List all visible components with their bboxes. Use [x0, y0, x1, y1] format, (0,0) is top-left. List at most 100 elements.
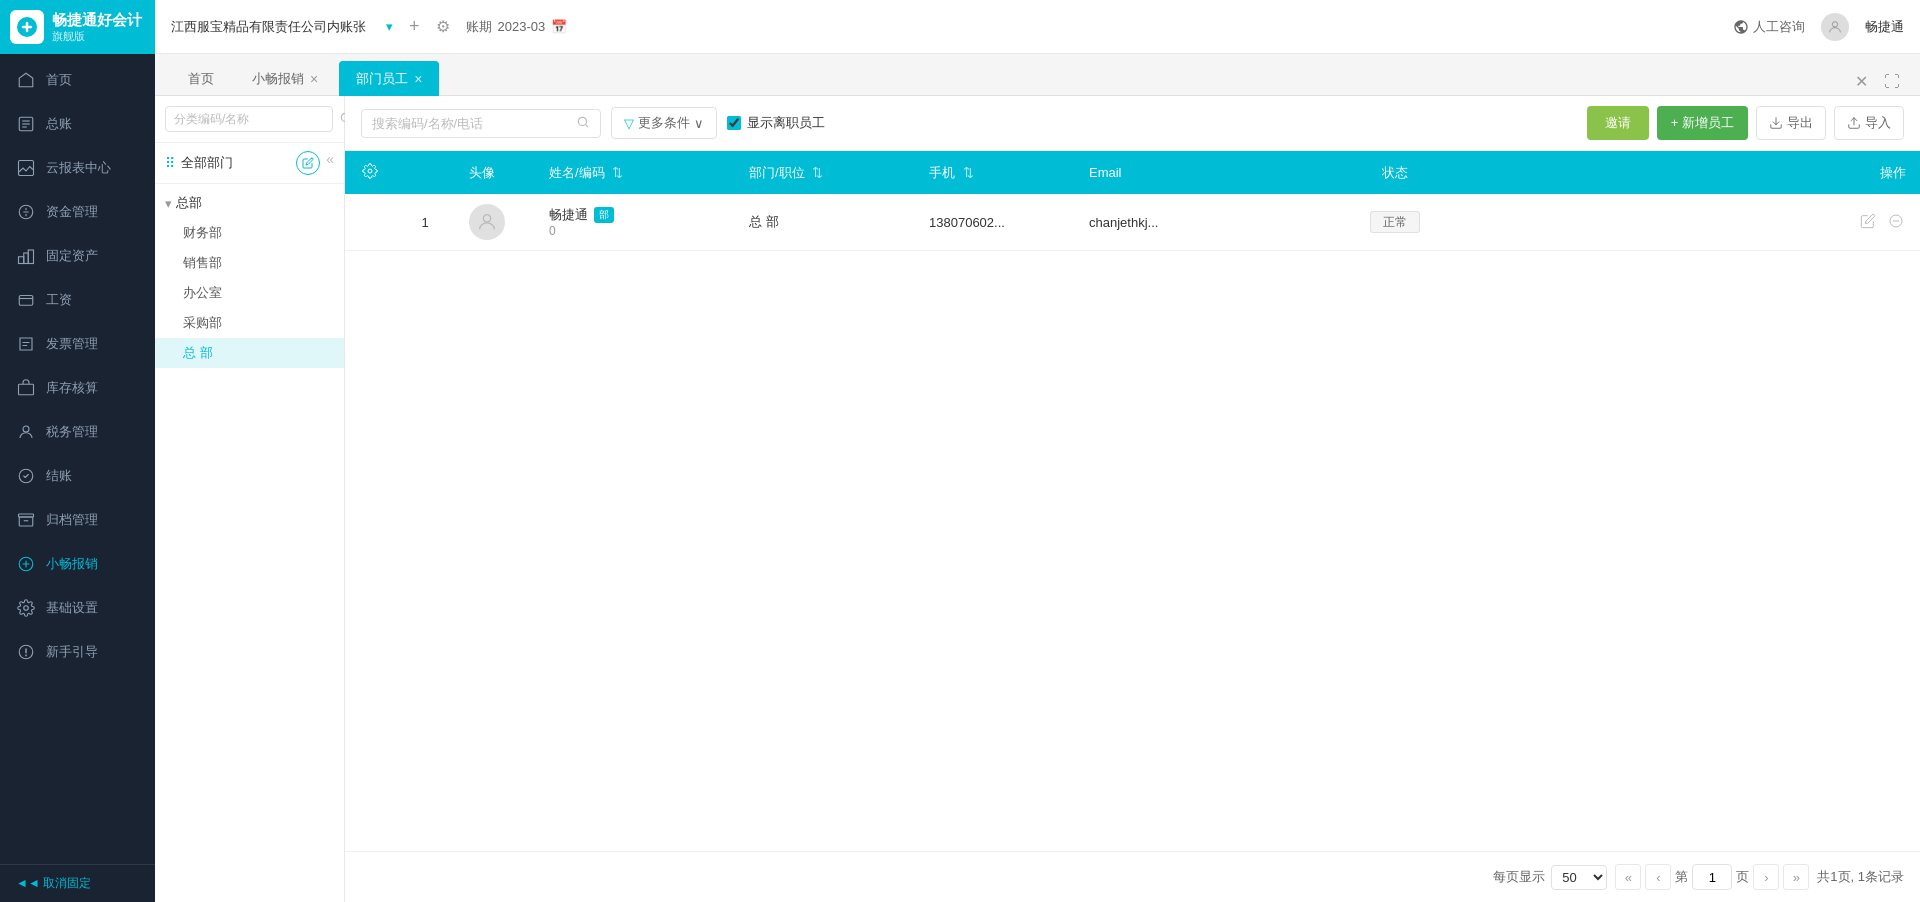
table-col-status: 状态 [1315, 151, 1475, 194]
dept-search-input[interactable] [165, 106, 333, 132]
dept-item-office[interactable]: 办公室 [155, 278, 344, 308]
all-depts-button[interactable]: ⠿ 全部部门 [165, 154, 233, 172]
tab-dept-staff[interactable]: 部门员工 × [339, 61, 439, 96]
page-size-selector: 每页显示 10 20 50 100 [1493, 865, 1607, 890]
employee-name: 畅捷通 [549, 206, 588, 224]
app-logo-icon [10, 10, 44, 44]
invite-button[interactable]: 邀请 [1587, 106, 1649, 140]
company-name: 江西服宝精品有限责任公司内账张 [171, 18, 366, 36]
show-resigned-checkbox[interactable] [727, 116, 741, 130]
sidebar-item-funds[interactable]: 资金管理 [0, 190, 155, 234]
archive-icon [16, 510, 36, 530]
svg-rect-16 [19, 517, 33, 526]
guide-icon [16, 642, 36, 662]
tab-home[interactable]: 首页 [171, 61, 231, 96]
filter-button[interactable]: ▽ 更多条件 ∨ [611, 107, 717, 139]
filter-dropdown-icon: ∨ [694, 116, 704, 131]
table-header-row: 头像 姓名/编码 ⇅ 部门/职位 ⇅ 手机 ⇅ [345, 151, 1920, 194]
table-col-action: 操作 [1475, 151, 1920, 194]
sidebar-item-archive[interactable]: 归档管理 [0, 498, 155, 542]
sidebar-item-invoice[interactable]: 发票管理 [0, 322, 155, 366]
page-input-group: 第 页 [1675, 864, 1749, 890]
employee-table: 头像 姓名/编码 ⇅ 部门/职位 ⇅ 手机 ⇅ [345, 151, 1920, 251]
settings-button[interactable]: ⚙ [436, 17, 450, 36]
topbar-right: 人工咨询 畅捷通 [1733, 13, 1904, 41]
tab-close-dept-staff[interactable]: × [414, 71, 422, 87]
svg-rect-8 [24, 253, 29, 264]
svg-rect-12 [19, 384, 34, 395]
table-col-name[interactable]: 姓名/编码 ⇅ [535, 151, 735, 194]
sidebar-item-inventory[interactable]: 库存核算 [0, 366, 155, 410]
dept-item-general[interactable]: 总 部 [155, 338, 344, 368]
status-badge: 正常 [1370, 211, 1420, 233]
pagination-bar: 每页显示 10 20 50 100 « ‹ 第 页 [345, 851, 1920, 902]
dept-item-finance[interactable]: 财务部 [155, 218, 344, 248]
prev-page-button[interactable]: ‹ [1645, 864, 1671, 890]
table-col-dept[interactable]: 部门/职位 ⇅ [735, 151, 915, 194]
current-page-input[interactable] [1692, 864, 1732, 890]
dept-edit-button[interactable] [296, 151, 320, 175]
sidebar-item-expense[interactable]: 小畅报销 [0, 542, 155, 586]
tab-close-xiaochang[interactable]: × [310, 71, 318, 87]
topbar: 江西服宝精品有限责任公司内账张 ▾ + ⚙ 账期 2023-03 📅 人工咨询 … [155, 0, 1920, 54]
row-avatar-cell [455, 194, 535, 251]
ledger-icon [16, 114, 36, 134]
cancel-fixed-button[interactable]: ◄◄ 取消固定 [0, 864, 155, 902]
sidebar-item-assets[interactable]: 固定资产 [0, 234, 155, 278]
add-company-button[interactable]: + [409, 16, 420, 37]
dept-item-purchase[interactable]: 采购部 [155, 308, 344, 338]
row-phone: 138070602... [915, 194, 1075, 251]
employee-table-container: 头像 姓名/编码 ⇅ 部门/职位 ⇅ 手机 ⇅ [345, 151, 1920, 851]
tab-xiaochang[interactable]: 小畅报销 × [235, 61, 335, 96]
company-dropdown-icon[interactable]: ▾ [386, 19, 393, 34]
show-resigned-toggle[interactable]: 显示离职员工 [727, 114, 825, 132]
calendar-icon[interactable]: 📅 [551, 19, 567, 34]
export-button[interactable]: 导出 [1756, 106, 1826, 140]
dept-collapse-button[interactable]: « [326, 151, 334, 175]
delete-employee-button[interactable] [1886, 211, 1906, 234]
dept-group-main[interactable]: ▾ 总部 [155, 188, 344, 218]
sidebar-nav: 首页 总账 云报表中心 资金管理 固定资产 [0, 54, 155, 864]
table-col-num [395, 151, 455, 194]
sidebar-item-settle[interactable]: 结账 [0, 454, 155, 498]
dept-search-area [155, 96, 344, 143]
sort-phone-icon: ⇅ [963, 165, 974, 180]
table-row: 1 畅捷通 部 0 [345, 194, 1920, 251]
import-button[interactable]: 导入 [1834, 106, 1904, 140]
sidebar-item-guide[interactable]: 新手引导 [0, 630, 155, 674]
employee-avatar [469, 204, 505, 240]
sidebar-item-ledger[interactable]: 总账 [0, 102, 155, 146]
edit-employee-button[interactable] [1858, 211, 1878, 234]
sidebar-item-tax[interactable]: 税务管理 [0, 410, 155, 454]
expense-icon [16, 554, 36, 574]
first-page-button[interactable]: « [1615, 864, 1641, 890]
dept-tree: ▾ 总部 财务部 销售部 办公室 采购部 总 部 [155, 184, 344, 902]
employee-code: 0 [549, 224, 721, 238]
table-col-phone[interactable]: 手机 ⇅ [915, 151, 1075, 194]
sidebar-item-wages[interactable]: 工资 [0, 278, 155, 322]
funds-icon [16, 202, 36, 222]
next-page-button[interactable]: › [1753, 864, 1779, 890]
close-tab-button[interactable]: ✕ [1851, 68, 1872, 95]
last-page-button[interactable]: » [1783, 864, 1809, 890]
employee-search-icon[interactable] [576, 115, 590, 132]
service-button[interactable]: 人工咨询 [1733, 18, 1805, 36]
employee-search-input[interactable] [372, 116, 570, 131]
page-size-select[interactable]: 10 20 50 100 [1551, 865, 1607, 890]
user-avatar [1821, 13, 1849, 41]
dept-item-sales[interactable]: 销售部 [155, 248, 344, 278]
table-col-settings[interactable] [345, 151, 395, 194]
base-settings-icon [16, 598, 36, 618]
sidebar-item-home[interactable]: 首页 [0, 58, 155, 102]
add-employee-button[interactable]: + 新增员工 [1657, 106, 1748, 140]
svg-point-21 [1832, 21, 1837, 26]
toolbar-right-buttons: 邀请 + 新增员工 导出 导入 [1587, 106, 1904, 140]
row-empty-settings [345, 194, 395, 251]
wages-icon [16, 290, 36, 310]
expand-button[interactable]: ⛶ [1880, 69, 1904, 95]
assets-icon [16, 246, 36, 266]
sidebar-item-reports[interactable]: 云报表中心 [0, 146, 155, 190]
dept-actions: « [296, 151, 334, 175]
department-panel: ⠿ 全部部门 « ▾ 总部 财务部 销售部 办公室 采购部 [155, 96, 345, 902]
sidebar-item-base[interactable]: 基础设置 [0, 586, 155, 630]
